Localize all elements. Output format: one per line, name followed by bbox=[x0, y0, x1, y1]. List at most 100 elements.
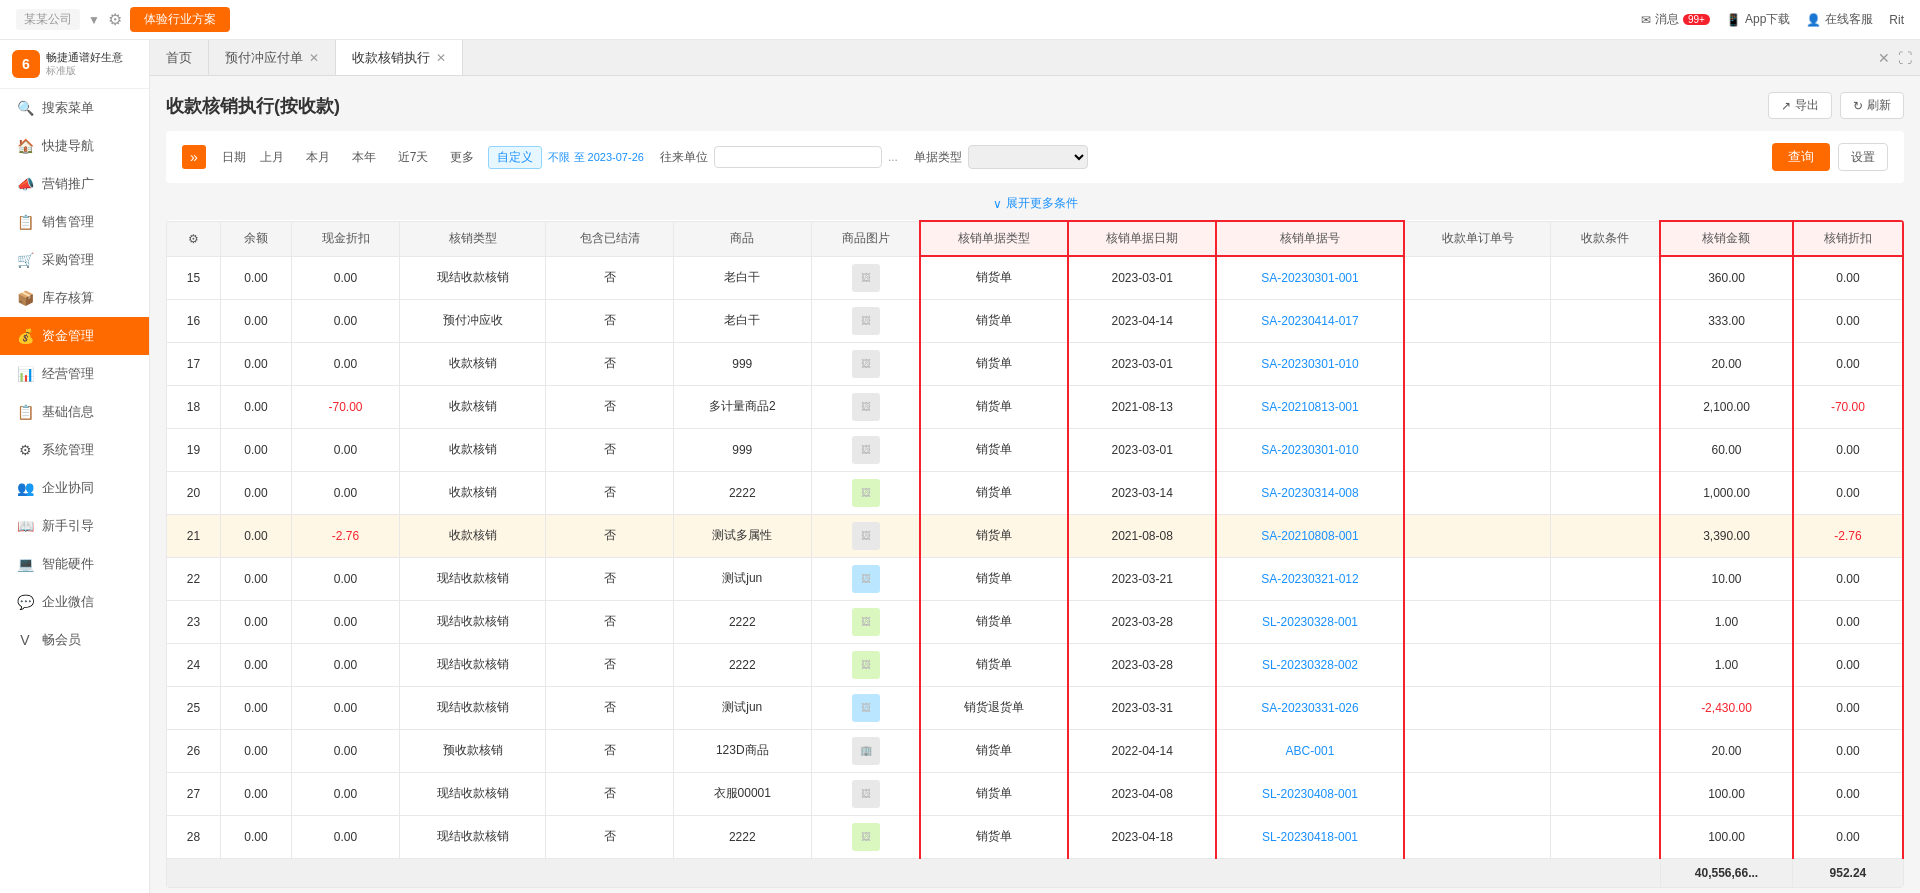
doc-no-link[interactable]: ABC-001 bbox=[1286, 744, 1335, 758]
date-more[interactable]: 更多 bbox=[442, 147, 482, 168]
sidebar-item-sales[interactable]: 📋 销售管理 bbox=[0, 203, 149, 241]
cell-doc-type: 销货单 bbox=[920, 428, 1068, 471]
date-this-month[interactable]: 本月 bbox=[298, 147, 338, 168]
cell-doc-no[interactable]: SA-20230314-008 bbox=[1216, 471, 1404, 514]
cell-doc-no[interactable]: SA-20230321-012 bbox=[1216, 557, 1404, 600]
cell-doc-no[interactable]: SA-20230331-026 bbox=[1216, 686, 1404, 729]
sidebar-item-marketing[interactable]: 📣 营销推广 bbox=[0, 165, 149, 203]
sidebar-item-inventory[interactable]: 📦 库存核算 bbox=[0, 279, 149, 317]
expand-more-bar[interactable]: ∨ 展开更多条件 bbox=[993, 195, 1078, 212]
sidebar-item-operation[interactable]: 📊 经营管理 bbox=[0, 355, 149, 393]
cell-id: 17 bbox=[167, 342, 221, 385]
setting-button[interactable]: 设置 bbox=[1838, 143, 1888, 171]
sidebar-item-member[interactable]: V 畅会员 bbox=[0, 621, 149, 659]
sidebar-item-purchase[interactable]: 🛒 采购管理 bbox=[0, 241, 149, 279]
company-name[interactable]: 某某公司 bbox=[16, 9, 80, 30]
refresh-button[interactable]: ↻ 刷新 bbox=[1840, 92, 1904, 119]
cell-doc-no[interactable]: SA-20230414-017 bbox=[1216, 299, 1404, 342]
cell-doc-no[interactable]: SL-20230408-001 bbox=[1216, 772, 1404, 815]
solution-button[interactable]: 体验行业方案 bbox=[130, 7, 230, 32]
sidebar-item-hardware[interactable]: 💻 智能硬件 bbox=[0, 545, 149, 583]
doc-no-link[interactable]: SA-20230314-008 bbox=[1261, 486, 1358, 500]
tab-writeoff-close-icon[interactable]: ✕ bbox=[436, 51, 446, 65]
user-info[interactable]: Rit bbox=[1889, 13, 1904, 27]
doc-no-link[interactable]: SA-20230301-010 bbox=[1261, 357, 1358, 371]
marketing-icon: 📣 bbox=[16, 176, 34, 192]
sidebar-item-guide[interactable]: 📖 新手引导 bbox=[0, 507, 149, 545]
cell-doc-no[interactable]: SA-20210808-001 bbox=[1216, 514, 1404, 557]
dropdown-arrow-icon[interactable]: ▼ bbox=[88, 13, 100, 27]
page-content: 收款核销执行(按收款) ↗ 导出 ↻ 刷新 » 日期 上月 bbox=[150, 76, 1920, 893]
date-last-month[interactable]: 上月 bbox=[252, 147, 292, 168]
export-label: 导出 bbox=[1795, 97, 1819, 114]
cell-doc-no[interactable]: SL-20230418-001 bbox=[1216, 815, 1404, 858]
doc-no-link[interactable]: SL-20230328-001 bbox=[1262, 615, 1358, 629]
messages-item[interactable]: ✉ 消息 99+ bbox=[1641, 11, 1710, 28]
sidebar-item-search-menu[interactable]: 🔍 搜索菜单 bbox=[0, 89, 149, 127]
date-custom[interactable]: 自定义 bbox=[488, 146, 542, 169]
cell-amount: 333.00 bbox=[1660, 299, 1793, 342]
cell-doc-no[interactable]: SA-20230301-010 bbox=[1216, 342, 1404, 385]
cell-doc-type: 销货单 bbox=[920, 385, 1068, 428]
cell-balance: 0.00 bbox=[221, 557, 292, 600]
cell-doc-no[interactable]: SA-20210813-001 bbox=[1216, 385, 1404, 428]
cell-discount: 0.00 bbox=[1793, 643, 1903, 686]
tab-writeoff[interactable]: 收款核销执行 ✕ bbox=[336, 40, 463, 75]
app-download-item[interactable]: 📱 App下载 bbox=[1726, 11, 1790, 28]
tab-close-all-icon[interactable]: ✕ bbox=[1878, 50, 1890, 66]
sidebar-item-enterprise[interactable]: 👥 企业协同 bbox=[0, 469, 149, 507]
tab-home[interactable]: 首页 bbox=[150, 40, 209, 75]
sidebar-item-system[interactable]: ⚙ 系统管理 bbox=[0, 431, 149, 469]
cell-payment-terms bbox=[1551, 772, 1660, 815]
doc-no-link[interactable]: SA-20230321-012 bbox=[1261, 572, 1358, 586]
sidebar-item-finance[interactable]: 💰 资金管理 bbox=[0, 317, 149, 355]
doc-no-link[interactable]: SL-20230408-001 bbox=[1262, 787, 1358, 801]
cell-order-no bbox=[1404, 686, 1551, 729]
sidebar-label-enterprise: 企业协同 bbox=[42, 479, 94, 497]
cell-amount: 1.00 bbox=[1660, 600, 1793, 643]
online-service-item[interactable]: 👤 在线客服 bbox=[1806, 11, 1873, 28]
cell-doc-no[interactable]: SL-20230328-001 bbox=[1216, 600, 1404, 643]
tab-prepay-close-icon[interactable]: ✕ bbox=[309, 51, 319, 65]
th-settings[interactable]: ⚙ bbox=[167, 221, 221, 256]
date-last7[interactable]: 近7天 bbox=[390, 147, 437, 168]
doc-no-link[interactable]: SA-20210813-001 bbox=[1261, 400, 1358, 414]
cell-type: 收款核销 bbox=[400, 342, 546, 385]
counterpart-label: 往来单位 bbox=[660, 149, 708, 166]
doc-no-link[interactable]: SA-20230301-001 bbox=[1261, 271, 1358, 285]
counterpart-input[interactable] bbox=[714, 146, 882, 168]
export-button[interactable]: ↗ 导出 bbox=[1768, 92, 1832, 119]
tab-prepay[interactable]: 预付冲应付单 ✕ bbox=[209, 40, 336, 75]
cell-payment-terms bbox=[1551, 256, 1660, 299]
date-this-year[interactable]: 本年 bbox=[344, 147, 384, 168]
tab-expand-icon[interactable]: ⛶ bbox=[1898, 50, 1912, 66]
doc-no-link[interactable]: SL-20230328-002 bbox=[1262, 658, 1358, 672]
doc-no-link[interactable]: SA-20210808-001 bbox=[1261, 529, 1358, 543]
footer-amount-total: 40,556,66... bbox=[1660, 858, 1793, 887]
cell-balance: 0.00 bbox=[221, 256, 292, 299]
cell-type: 现结收款核销 bbox=[400, 600, 546, 643]
doc-no-link[interactable]: SL-20230418-001 bbox=[1262, 830, 1358, 844]
query-button[interactable]: 查询 bbox=[1772, 143, 1830, 171]
settings-icon[interactable]: ⚙ bbox=[108, 10, 122, 29]
cell-discount: 0.00 bbox=[1793, 342, 1903, 385]
cell-doc-no[interactable]: SL-20230328-002 bbox=[1216, 643, 1404, 686]
doc-type-select[interactable] bbox=[968, 145, 1088, 169]
cell-type: 现结收款核销 bbox=[400, 686, 546, 729]
counterpart-dots[interactable]: ... bbox=[888, 150, 898, 164]
cell-goods: 测试jun bbox=[673, 557, 811, 600]
sidebar-item-basic-info[interactable]: 📋 基础信息 bbox=[0, 393, 149, 431]
th-goods: 商品 bbox=[673, 221, 811, 256]
filter-collapse-btn[interactable]: » bbox=[182, 145, 206, 169]
cell-doc-no[interactable]: SA-20230301-001 bbox=[1216, 256, 1404, 299]
doc-no-link[interactable]: SA-20230301-010 bbox=[1261, 443, 1358, 457]
date-filter-label: 日期 bbox=[222, 149, 246, 166]
cell-doc-no[interactable]: ABC-001 bbox=[1216, 729, 1404, 772]
sidebar-item-quick-nav[interactable]: 🏠 快捷导航 bbox=[0, 127, 149, 165]
message-icon: ✉ bbox=[1641, 13, 1651, 27]
doc-no-link[interactable]: SA-20230331-026 bbox=[1261, 701, 1358, 715]
cell-amount: -2,430.00 bbox=[1660, 686, 1793, 729]
sidebar-item-wechat[interactable]: 💬 企业微信 bbox=[0, 583, 149, 621]
doc-no-link[interactable]: SA-20230414-017 bbox=[1261, 314, 1358, 328]
cell-doc-no[interactable]: SA-20230301-010 bbox=[1216, 428, 1404, 471]
